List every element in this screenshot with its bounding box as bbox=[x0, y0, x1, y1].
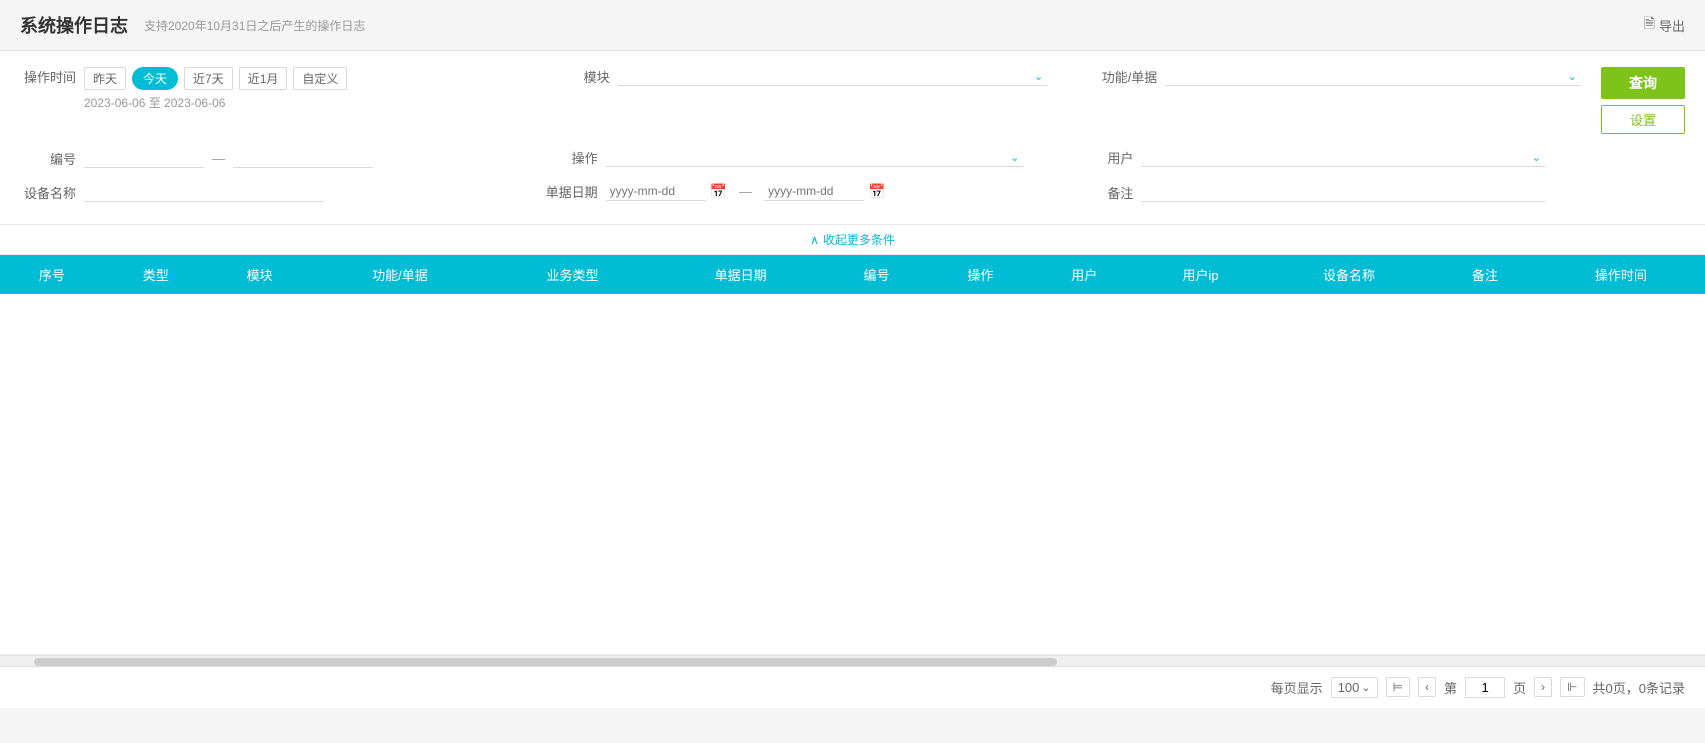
page-subtitle: 支持2020年10月31日之后产生的操作日志 bbox=[144, 17, 365, 34]
page-unit: 页 bbox=[1513, 678, 1526, 697]
collapse-bar[interactable]: ∧ 收起更多条件 bbox=[0, 225, 1705, 255]
user-chevron-icon: ⌄ bbox=[1532, 151, 1541, 164]
device-name-input[interactable] bbox=[84, 182, 324, 202]
filter-panel: 操作时间 昨天 今天 近7天 近1月 自定义 2023-06-06 至 2023… bbox=[0, 51, 1705, 225]
page-size-select[interactable]: 100 ⌄ bbox=[1331, 677, 1378, 698]
number-input-group: — bbox=[84, 148, 502, 168]
col-operation: 操作 bbox=[928, 255, 1032, 294]
number-group: 编号 — bbox=[20, 148, 502, 168]
time-btn-yesterday[interactable]: 昨天 bbox=[84, 67, 126, 90]
table-header: 序号 类型 模块 功能/单据 业务类型 单据日期 编号 操作 用户 用户ip 设… bbox=[0, 255, 1705, 294]
number-dash: — bbox=[212, 151, 225, 166]
user-label: 用户 bbox=[1063, 148, 1133, 167]
operation-time-label: 操作时间 bbox=[20, 67, 76, 86]
function-group: 功能/单据 ⌄ bbox=[1087, 67, 1581, 86]
time-btn-7days[interactable]: 近7天 bbox=[184, 67, 233, 90]
operation-label: 操作 bbox=[542, 148, 598, 167]
empty-area bbox=[0, 294, 1705, 654]
query-button[interactable]: 查询 bbox=[1601, 67, 1685, 99]
col-user-ip: 用户ip bbox=[1136, 255, 1265, 294]
remark-label: 备注 bbox=[1063, 183, 1133, 202]
time-btn-today[interactable]: 今天 bbox=[132, 67, 178, 90]
action-buttons: 查询 设置 bbox=[1601, 67, 1685, 134]
horizontal-scrollbar[interactable] bbox=[0, 655, 1705, 667]
document-date-inputs: 📅 — 📅 bbox=[606, 182, 1024, 201]
number-input-start[interactable] bbox=[84, 148, 204, 168]
operation-group: 操作 ⌄ bbox=[542, 148, 1024, 167]
filter-row-2: 编号 — 操作 ⌄ 用户 ⌄ bbox=[20, 148, 1685, 168]
user-group: 用户 ⌄ bbox=[1063, 148, 1545, 167]
device-name-group: 设备名称 bbox=[20, 182, 502, 202]
remark-input[interactable] bbox=[1141, 182, 1545, 202]
prev-page-button[interactable]: ‹ bbox=[1418, 677, 1436, 697]
page-size-label: 每页显示 bbox=[1271, 678, 1323, 697]
export-label: 导出 bbox=[1659, 16, 1685, 35]
col-seq: 序号 bbox=[0, 255, 104, 294]
scrollbar-thumb[interactable] bbox=[34, 658, 1057, 666]
col-type: 类型 bbox=[104, 255, 208, 294]
total-info: 共0页，0条记录 bbox=[1593, 678, 1685, 697]
collapse-label: 收起更多条件 bbox=[823, 231, 895, 248]
filter-row-3: 设备名称 单据日期 📅 — 📅 备注 bbox=[20, 182, 1685, 202]
page-header: 系统操作日志 支持2020年10月31日之后产生的操作日志 🗎 导出 bbox=[0, 0, 1705, 51]
last-page-button[interactable]: ⊩ bbox=[1560, 677, 1584, 697]
export-button[interactable]: 🗎 导出 bbox=[1644, 13, 1685, 37]
function-label: 功能/单据 bbox=[1087, 67, 1157, 86]
calendar-start-icon[interactable]: 📅 bbox=[710, 183, 727, 200]
calendar-end-icon[interactable]: 📅 bbox=[868, 183, 885, 200]
document-date-start[interactable] bbox=[606, 182, 706, 201]
page-size-arrow: ⌄ bbox=[1361, 681, 1370, 694]
col-number: 编号 bbox=[825, 255, 929, 294]
remark-group: 备注 bbox=[1063, 182, 1545, 202]
document-date-group: 单据日期 📅 — 📅 bbox=[542, 182, 1024, 201]
document-date-label: 单据日期 bbox=[542, 182, 598, 201]
table-header-row: 序号 类型 模块 功能/单据 业务类型 单据日期 编号 操作 用户 用户ip 设… bbox=[0, 255, 1705, 294]
col-function: 功能/单据 bbox=[311, 255, 488, 294]
pagination-bar: 每页显示 100 ⌄ ⊨ ‹ 第 页 › ⊩ 共0页，0条记录 bbox=[0, 667, 1705, 708]
time-buttons: 昨天 今天 近7天 近1月 自定义 bbox=[84, 67, 347, 90]
time-btn-custom[interactable]: 自定义 bbox=[293, 67, 347, 90]
time-filter-wrap: 昨天 今天 近7天 近1月 自定义 2023-06-06 至 2023-06-0… bbox=[84, 67, 347, 111]
export-icon: 🗎 bbox=[1644, 13, 1655, 37]
function-chevron-icon: ⌄ bbox=[1568, 70, 1577, 83]
current-page-label: 第 bbox=[1444, 678, 1457, 697]
first-page-button[interactable]: ⊨ bbox=[1386, 677, 1410, 697]
table-container: 序号 类型 模块 功能/单据 业务类型 单据日期 编号 操作 用户 用户ip 设… bbox=[0, 255, 1705, 655]
col-remark: 备注 bbox=[1433, 255, 1537, 294]
page-size-value: 100 bbox=[1338, 680, 1360, 695]
date-dash: — bbox=[739, 184, 752, 199]
collapse-chevron-icon: ∧ bbox=[810, 233, 819, 247]
col-op-time: 操作时间 bbox=[1537, 255, 1705, 294]
settings-button[interactable]: 设置 bbox=[1601, 105, 1685, 134]
data-table: 序号 类型 模块 功能/单据 业务类型 单据日期 编号 操作 用户 用户ip 设… bbox=[0, 255, 1705, 655]
device-name-label: 设备名称 bbox=[20, 183, 76, 202]
module-chevron-icon: ⌄ bbox=[1034, 70, 1043, 83]
filter-row-1: 操作时间 昨天 今天 近7天 近1月 自定义 2023-06-06 至 2023… bbox=[20, 67, 1685, 134]
number-input-end[interactable] bbox=[233, 148, 373, 168]
page-title: 系统操作日志 bbox=[20, 12, 128, 38]
col-user: 用户 bbox=[1032, 255, 1136, 294]
date-range-display: 2023-06-06 至 2023-06-06 bbox=[84, 94, 347, 111]
next-page-button[interactable]: › bbox=[1534, 677, 1552, 697]
module-label: 模块 bbox=[554, 67, 610, 86]
time-btn-1month[interactable]: 近1月 bbox=[239, 67, 288, 90]
user-select[interactable]: ⌄ bbox=[1141, 149, 1545, 167]
operation-time-group: 操作时间 昨天 今天 近7天 近1月 自定义 2023-06-06 至 2023… bbox=[20, 67, 514, 111]
table-body bbox=[0, 294, 1705, 654]
col-device-name: 设备名称 bbox=[1265, 255, 1433, 294]
document-date-end[interactable] bbox=[764, 182, 864, 201]
operation-chevron-icon: ⌄ bbox=[1010, 151, 1019, 164]
function-select[interactable]: ⌄ bbox=[1165, 68, 1581, 86]
number-label: 编号 bbox=[20, 149, 76, 168]
module-group: 模块 ⌄ bbox=[554, 67, 1048, 86]
module-select[interactable]: ⌄ bbox=[618, 68, 1048, 86]
operation-select[interactable]: ⌄ bbox=[606, 149, 1024, 167]
empty-row bbox=[0, 294, 1705, 654]
col-doc-date: 单据日期 bbox=[657, 255, 825, 294]
page-number-input[interactable] bbox=[1465, 677, 1505, 698]
col-module: 模块 bbox=[208, 255, 312, 294]
col-biz-type: 业务类型 bbox=[488, 255, 656, 294]
